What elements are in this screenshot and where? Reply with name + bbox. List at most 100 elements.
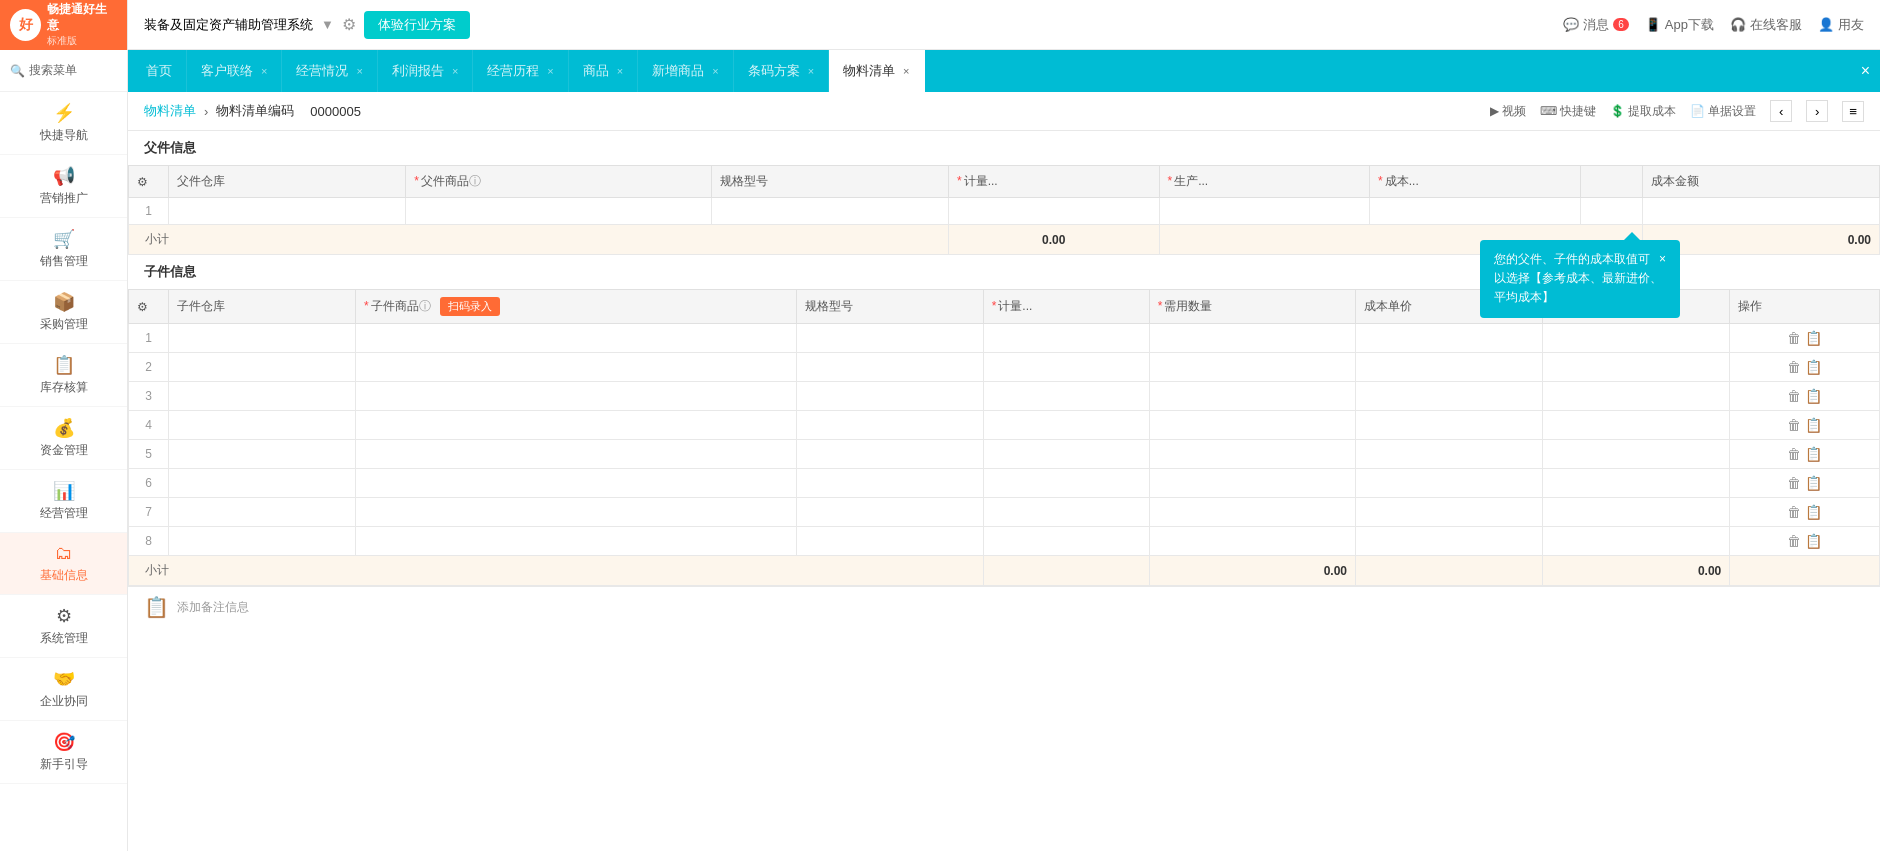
- next-doc-button[interactable]: ›: [1806, 100, 1828, 122]
- close-history-tab[interactable]: ×: [547, 65, 553, 77]
- child-qty-6[interactable]: [1149, 469, 1355, 498]
- tab-operations[interactable]: 经营情况 ×: [282, 50, 377, 92]
- copy-row-7-button[interactable]: 📋: [1805, 504, 1822, 520]
- close-profit-tab[interactable]: ×: [452, 65, 458, 77]
- close-customer-tab[interactable]: ×: [261, 65, 267, 77]
- child-spec-5[interactable]: [796, 440, 983, 469]
- messages-button[interactable]: 💬 消息 6: [1563, 16, 1629, 34]
- copy-row-5-button[interactable]: 📋: [1805, 446, 1822, 462]
- child-product-3[interactable]: [356, 382, 796, 411]
- delete-row-6-button[interactable]: 🗑: [1787, 475, 1801, 491]
- parent-produce-1[interactable]: [1159, 198, 1370, 225]
- parent-cost-1[interactable]: [1370, 198, 1581, 225]
- child-warehouse-2[interactable]: [169, 353, 356, 382]
- copy-row-2-button[interactable]: 📋: [1805, 359, 1822, 375]
- sidebar-item-collab[interactable]: 🤝 企业协同: [0, 658, 127, 721]
- user-menu-button[interactable]: 👤 用友: [1818, 16, 1864, 34]
- child-spec-1[interactable]: [796, 324, 983, 353]
- child-warehouse-8[interactable]: [169, 527, 356, 556]
- child-product-8[interactable]: [356, 527, 796, 556]
- delete-row-3-button[interactable]: 🗑: [1787, 388, 1801, 404]
- tab-home[interactable]: 首页: [132, 50, 187, 92]
- child-qty-1[interactable]: [1149, 324, 1355, 353]
- child-product-6[interactable]: [356, 469, 796, 498]
- parent-warehouse-1[interactable]: [169, 198, 406, 225]
- trial-button[interactable]: 体验行业方案: [364, 11, 470, 39]
- sidebar-item-system[interactable]: ⚙ 系统管理: [0, 595, 127, 658]
- tab-bom[interactable]: 物料清单 ×: [829, 50, 924, 92]
- child-unit-2[interactable]: [983, 353, 1149, 382]
- settings-icon[interactable]: ⚙: [342, 15, 356, 34]
- child-product-7[interactable]: [356, 498, 796, 527]
- delete-row-2-button[interactable]: 🗑: [1787, 359, 1801, 375]
- delete-row-5-button[interactable]: 🗑: [1787, 446, 1801, 462]
- copy-row-8-button[interactable]: 📋: [1805, 533, 1822, 549]
- scan-input-button[interactable]: 扫码录入: [440, 297, 500, 316]
- close-all-tabs-button[interactable]: ×: [1855, 62, 1876, 80]
- child-qty-7[interactable]: [1149, 498, 1355, 527]
- tab-history[interactable]: 经营历程 ×: [473, 50, 568, 92]
- tab-products[interactable]: 商品 ×: [569, 50, 638, 92]
- close-bom-tab[interactable]: ×: [903, 65, 909, 77]
- sidebar-item-sales[interactable]: 🛒 销售管理: [0, 218, 127, 281]
- close-barcode-tab[interactable]: ×: [808, 65, 814, 77]
- grid-view-button[interactable]: ≡: [1842, 101, 1864, 122]
- child-qty-5[interactable]: [1149, 440, 1355, 469]
- close-products-tab[interactable]: ×: [617, 65, 623, 77]
- child-warehouse-5[interactable]: [169, 440, 356, 469]
- delete-row-1-button[interactable]: 🗑: [1787, 330, 1801, 346]
- child-spec-2[interactable]: [796, 353, 983, 382]
- child-spec-4[interactable]: [796, 411, 983, 440]
- tab-new-product[interactable]: 新增商品 ×: [638, 50, 733, 92]
- child-spec-8[interactable]: [796, 527, 983, 556]
- copy-row-6-button[interactable]: 📋: [1805, 475, 1822, 491]
- tooltip-close-button[interactable]: ×: [1659, 250, 1666, 269]
- child-warehouse-6[interactable]: [169, 469, 356, 498]
- sidebar-search[interactable]: 🔍 搜索菜单: [0, 50, 127, 92]
- close-operations-tab[interactable]: ×: [356, 65, 362, 77]
- sidebar-item-marketing[interactable]: 📢 营销推广: [0, 155, 127, 218]
- sidebar-item-management[interactable]: 📊 经营管理: [0, 470, 127, 533]
- copy-row-1-button[interactable]: 📋: [1805, 330, 1822, 346]
- child-unitcost-6[interactable]: [1356, 469, 1543, 498]
- shortcut-button[interactable]: ⌨ 快捷键: [1540, 103, 1596, 120]
- parent-unit-1[interactable]: [948, 198, 1159, 225]
- doc-settings-button[interactable]: 📄 单据设置: [1690, 103, 1756, 120]
- delete-row-4-button[interactable]: 🗑: [1787, 417, 1801, 433]
- sidebar-item-finance[interactable]: 💰 资金管理: [0, 407, 127, 470]
- parent-settings-col[interactable]: ⚙: [129, 166, 169, 198]
- child-unitcost-3[interactable]: [1356, 382, 1543, 411]
- child-unitcost-8[interactable]: [1356, 527, 1543, 556]
- child-unitcost-5[interactable]: [1356, 440, 1543, 469]
- child-qty-2[interactable]: [1149, 353, 1355, 382]
- child-unitcost-2[interactable]: [1356, 353, 1543, 382]
- child-qty-3[interactable]: [1149, 382, 1355, 411]
- child-warehouse-1[interactable]: [169, 324, 356, 353]
- tab-barcode[interactable]: 条码方案 ×: [734, 50, 829, 92]
- child-product-5[interactable]: [356, 440, 796, 469]
- sidebar-item-guide[interactable]: 🎯 新手引导: [0, 721, 127, 784]
- child-spec-7[interactable]: [796, 498, 983, 527]
- child-unit-5[interactable]: [983, 440, 1149, 469]
- sidebar-item-purchase[interactable]: 📦 采购管理: [0, 281, 127, 344]
- child-spec-3[interactable]: [796, 382, 983, 411]
- child-unitcost-7[interactable]: [1356, 498, 1543, 527]
- online-service-button[interactable]: 🎧 在线客服: [1730, 16, 1802, 34]
- parent-product-1[interactable]: [406, 198, 711, 225]
- child-unit-3[interactable]: [983, 382, 1149, 411]
- copy-row-3-button[interactable]: 📋: [1805, 388, 1822, 404]
- child-warehouse-7[interactable]: [169, 498, 356, 527]
- child-unitcost-4[interactable]: [1356, 411, 1543, 440]
- child-qty-8[interactable]: [1149, 527, 1355, 556]
- search-menu-button[interactable]: 🔍 搜索菜单: [10, 58, 117, 83]
- child-warehouse-3[interactable]: [169, 382, 356, 411]
- tab-profit[interactable]: 利润报告 ×: [378, 50, 473, 92]
- child-unit-4[interactable]: [983, 411, 1149, 440]
- child-unit-7[interactable]: [983, 498, 1149, 527]
- dropdown-icon[interactable]: ▼: [321, 17, 334, 32]
- sidebar-item-basic-info[interactable]: 🗂 基础信息: [0, 533, 127, 595]
- child-warehouse-4[interactable]: [169, 411, 356, 440]
- copy-row-4-button[interactable]: 📋: [1805, 417, 1822, 433]
- parent-spec-1[interactable]: [711, 198, 948, 225]
- child-unit-6[interactable]: [983, 469, 1149, 498]
